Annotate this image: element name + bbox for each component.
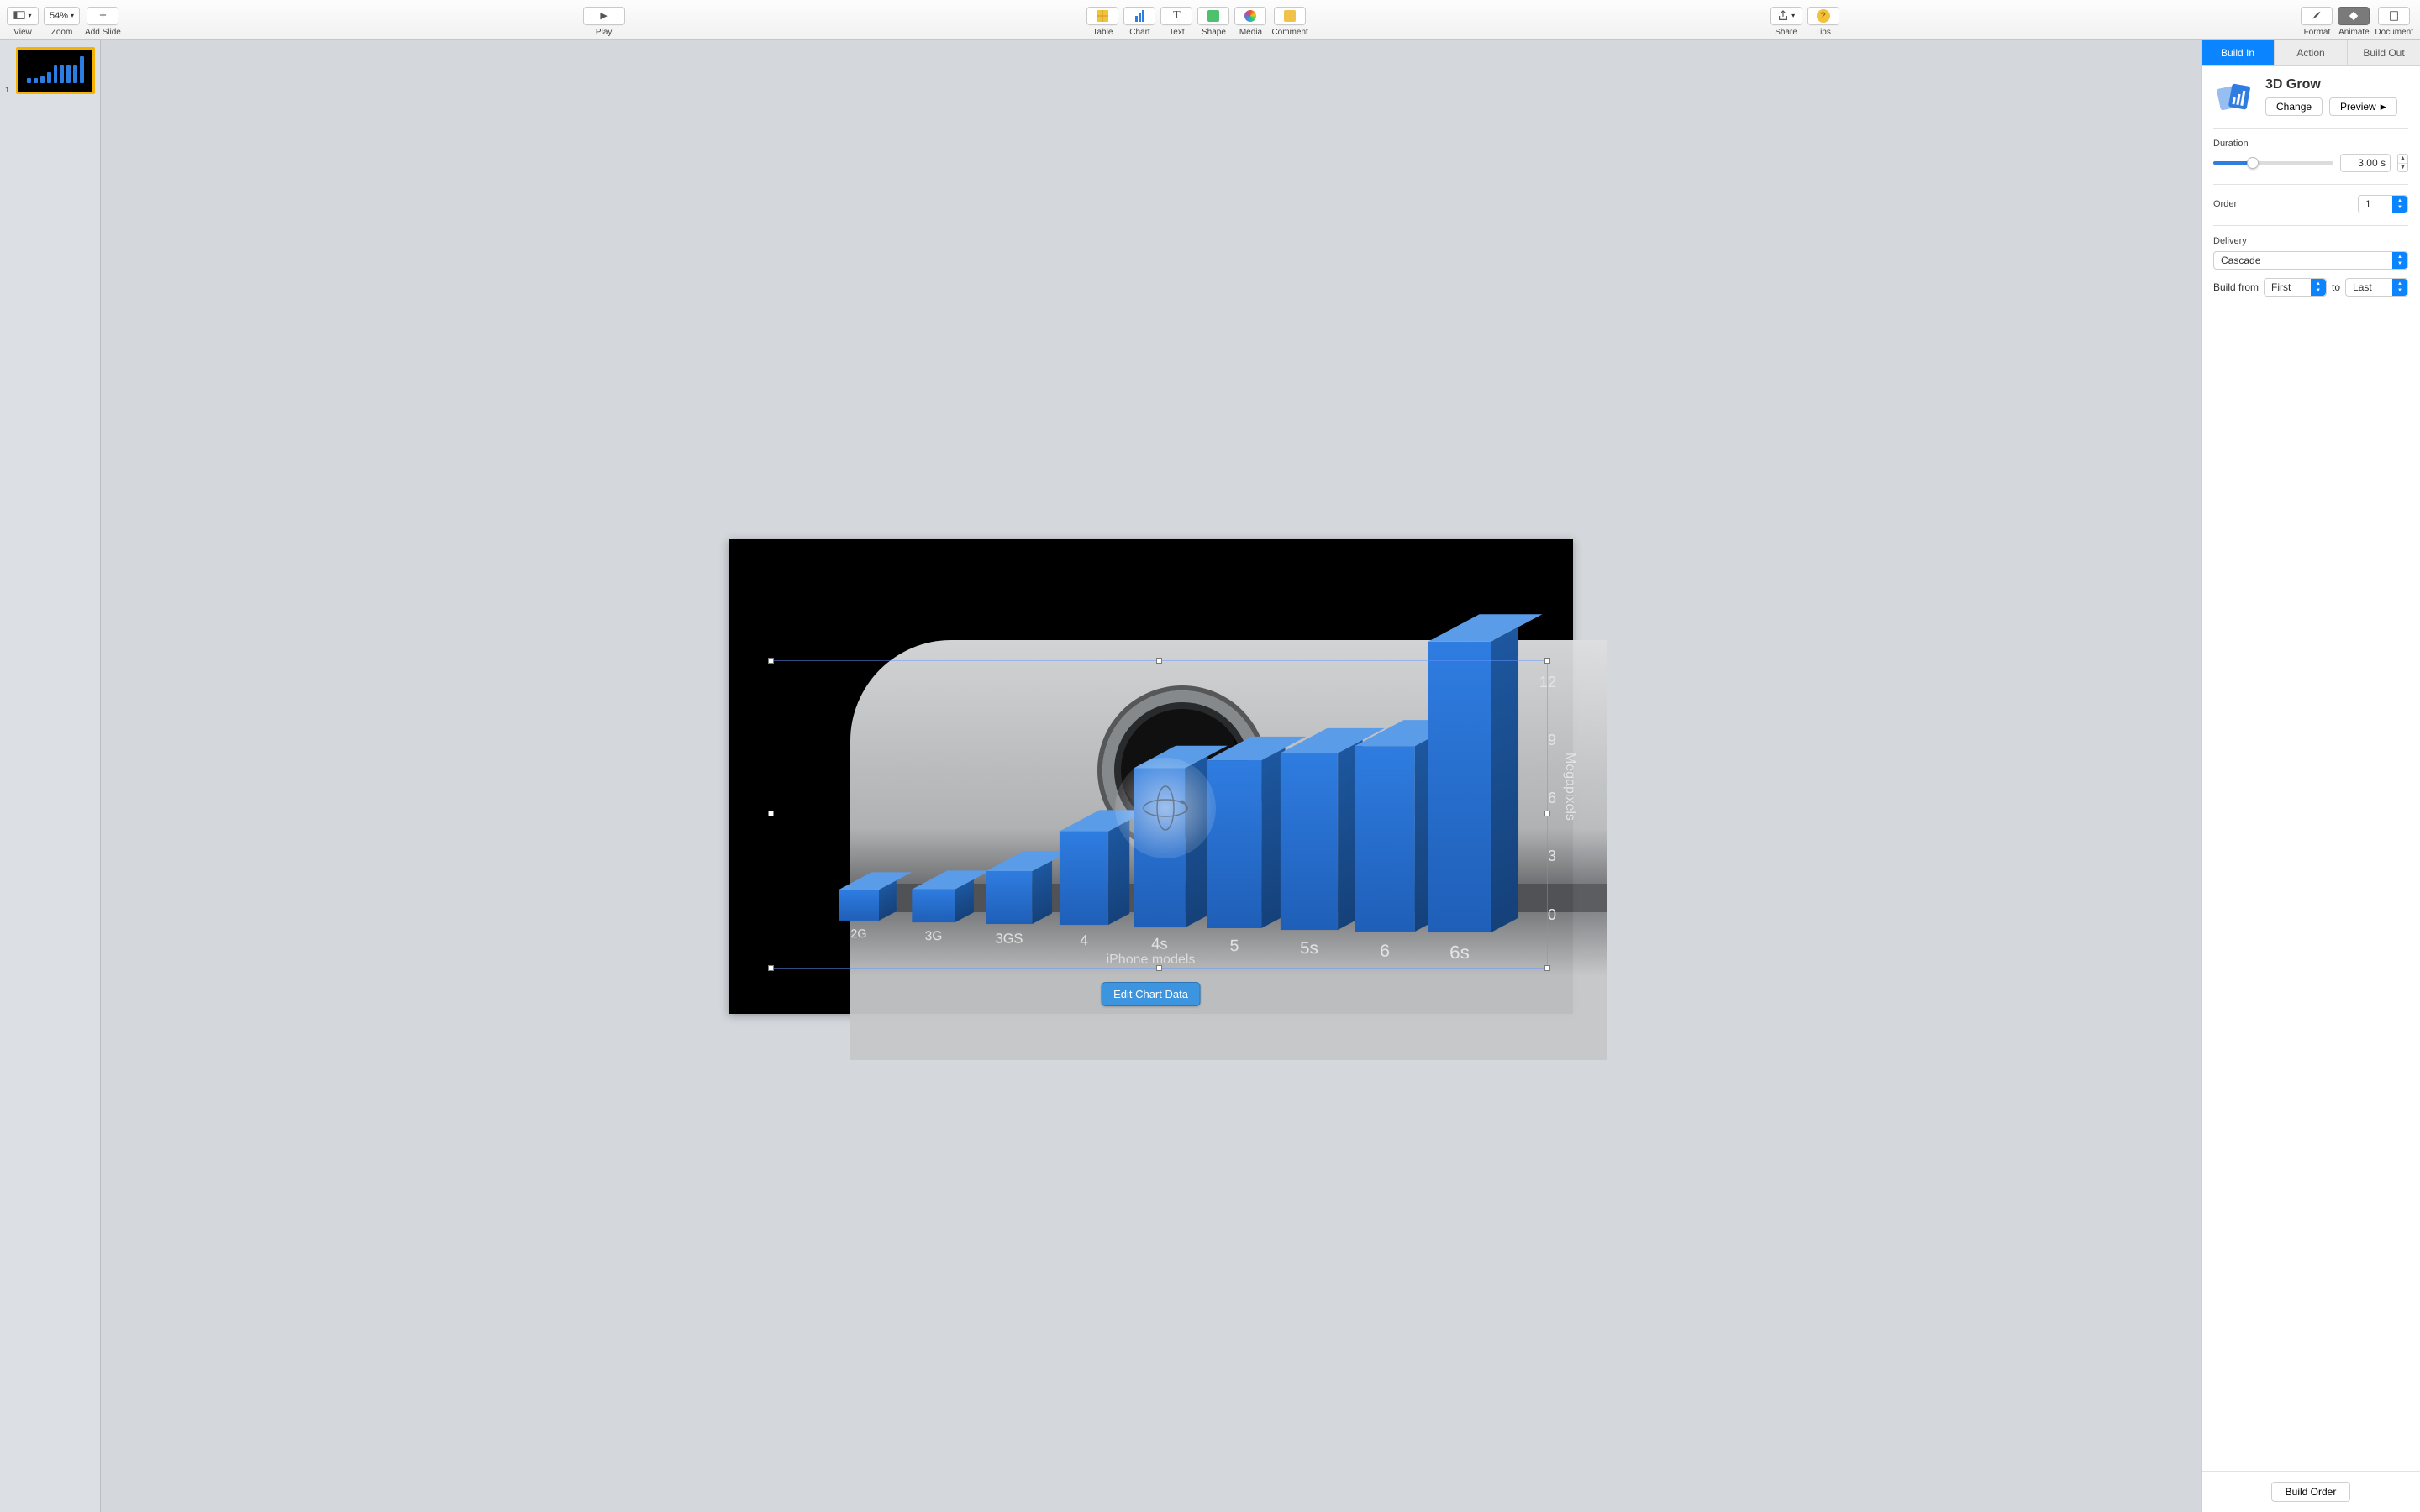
tips-icon: ? [1817,9,1830,23]
view-label: View [13,28,32,37]
tab-action[interactable]: Action [2275,40,2348,66]
document-label: Document [2375,28,2413,37]
edit-chart-data-button[interactable]: Edit Chart Data [1101,982,1201,1006]
order-select[interactable]: 1 [2358,195,2408,213]
slide-number: 1 [5,86,9,94]
build-to-select[interactable]: Last [2345,278,2408,297]
format-button[interactable]: Format [2301,3,2333,37]
text-icon: T [1173,9,1181,23]
y-tick: 6 [1548,790,1556,807]
tips-label: Tips [1815,28,1831,37]
shape-icon [1207,10,1219,22]
slide-thumbnail[interactable] [16,47,95,94]
table-button[interactable]: Table [1086,3,1118,37]
y-tick: 3 [1548,848,1556,865]
rotate-3d-widget[interactable] [1115,758,1216,858]
build-order-button[interactable]: Build Order [2271,1482,2351,1502]
table-label: Table [1093,28,1113,37]
y-tick: 9 [1548,732,1556,749]
comment-label: Comment [1271,28,1307,37]
main-area: 1 Megapixels 0369122G3G3GS44s55s66s [0,40,2420,1512]
resize-handle[interactable] [768,658,774,664]
build-from-select[interactable]: First [2264,278,2327,297]
chart-button[interactable]: Chart [1123,3,1155,37]
media-button[interactable]: Media [1234,3,1266,37]
build-to-value: Last [2353,281,2372,293]
media-label: Media [1239,28,1262,37]
canvas[interactable]: Megapixels 0369122G3G3GS44s55s66s iPhone… [101,40,2201,1512]
play-icon: ▶ [600,10,607,21]
play-label: Play [596,28,612,37]
resize-handle[interactable] [1544,811,1550,816]
zoom-value: 54% [50,11,68,21]
shape-button[interactable]: Shape [1197,3,1229,37]
animate-button[interactable]: Animate [2338,3,2370,37]
delivery-value: Cascade [2221,255,2260,266]
duration-stepper[interactable]: ▲▼ [2397,154,2408,172]
tips-button[interactable]: ? Tips [1807,3,1839,37]
tab-build-out[interactable]: Build Out [2348,40,2420,66]
x-axis-title: iPhone models [1107,953,1196,968]
text-label: Text [1169,28,1184,37]
order-label: Order [2213,199,2237,209]
effect-name: 3D Grow [2265,77,2397,92]
table-icon [1097,10,1108,22]
resize-handle[interactable] [1544,658,1550,664]
resize-handle[interactable] [1544,965,1550,971]
media-icon [1244,10,1256,22]
to-label: to [2332,281,2340,293]
play-button[interactable]: ▶ Play [583,3,625,37]
animate-label: Animate [2338,28,2370,37]
preview-button[interactable]: Preview ▶ [2329,97,2397,116]
play-icon: ▶ [2381,102,2386,112]
slide[interactable]: Megapixels 0369122G3G3GS44s55s66s iPhone… [729,539,1573,1014]
add-slide-label: Add Slide [85,28,121,37]
add-slide-button[interactable]: + Add Slide [85,3,121,37]
order-value: 1 [2365,198,2371,210]
chart-label: Chart [1129,28,1150,37]
inspector-panel: Build In Action Build Out [2201,40,2420,1512]
document-icon [2388,10,2400,22]
document-button[interactable]: Document [2375,3,2413,37]
resize-handle[interactable] [768,965,774,971]
slide-navigator[interactable]: 1 [0,40,101,1512]
change-effect-button[interactable]: Change [2265,97,2323,116]
preview-label: Preview [2340,101,2376,113]
share-label: Share [1775,28,1797,37]
effect-icon [2213,79,2255,114]
y-axis-title: Megapixels [1562,753,1577,821]
duration-slider[interactable] [2213,161,2333,165]
y-tick: 0 [1548,906,1556,924]
duration-label: Duration [2213,139,2408,149]
brush-icon [2311,10,2323,22]
inspector-tabs: Build In Action Build Out [2202,40,2420,66]
format-label: Format [2304,28,2331,37]
resize-handle[interactable] [1156,658,1162,664]
zoom-button[interactable]: 54%▾ Zoom [44,3,80,37]
resize-handle[interactable] [768,811,774,816]
build-from-label: Build from [2213,281,2259,293]
build-from-value: First [2271,281,2291,293]
comment-button[interactable]: Comment [1271,3,1307,37]
delivery-select[interactable]: Cascade [2213,251,2408,270]
delivery-label: Delivery [2213,236,2408,246]
duration-field[interactable]: 3.00 s [2340,154,2391,172]
chart-icon [1135,10,1144,22]
share-icon [1777,10,1789,22]
tab-build-in[interactable]: Build In [2202,40,2275,66]
plus-icon: + [99,12,107,20]
zoom-label: Zoom [51,28,73,37]
view-button[interactable]: ▾ View [7,3,39,37]
share-button[interactable]: ▾ Share [1770,3,1802,37]
toolbar: ▾ View 54%▾ Zoom + Add Slide ▶ Play Tabl… [0,0,2420,40]
shape-label: Shape [1202,28,1226,37]
text-button[interactable]: T Text [1160,3,1192,37]
animate-icon [2348,10,2360,22]
comment-icon [1284,10,1296,22]
